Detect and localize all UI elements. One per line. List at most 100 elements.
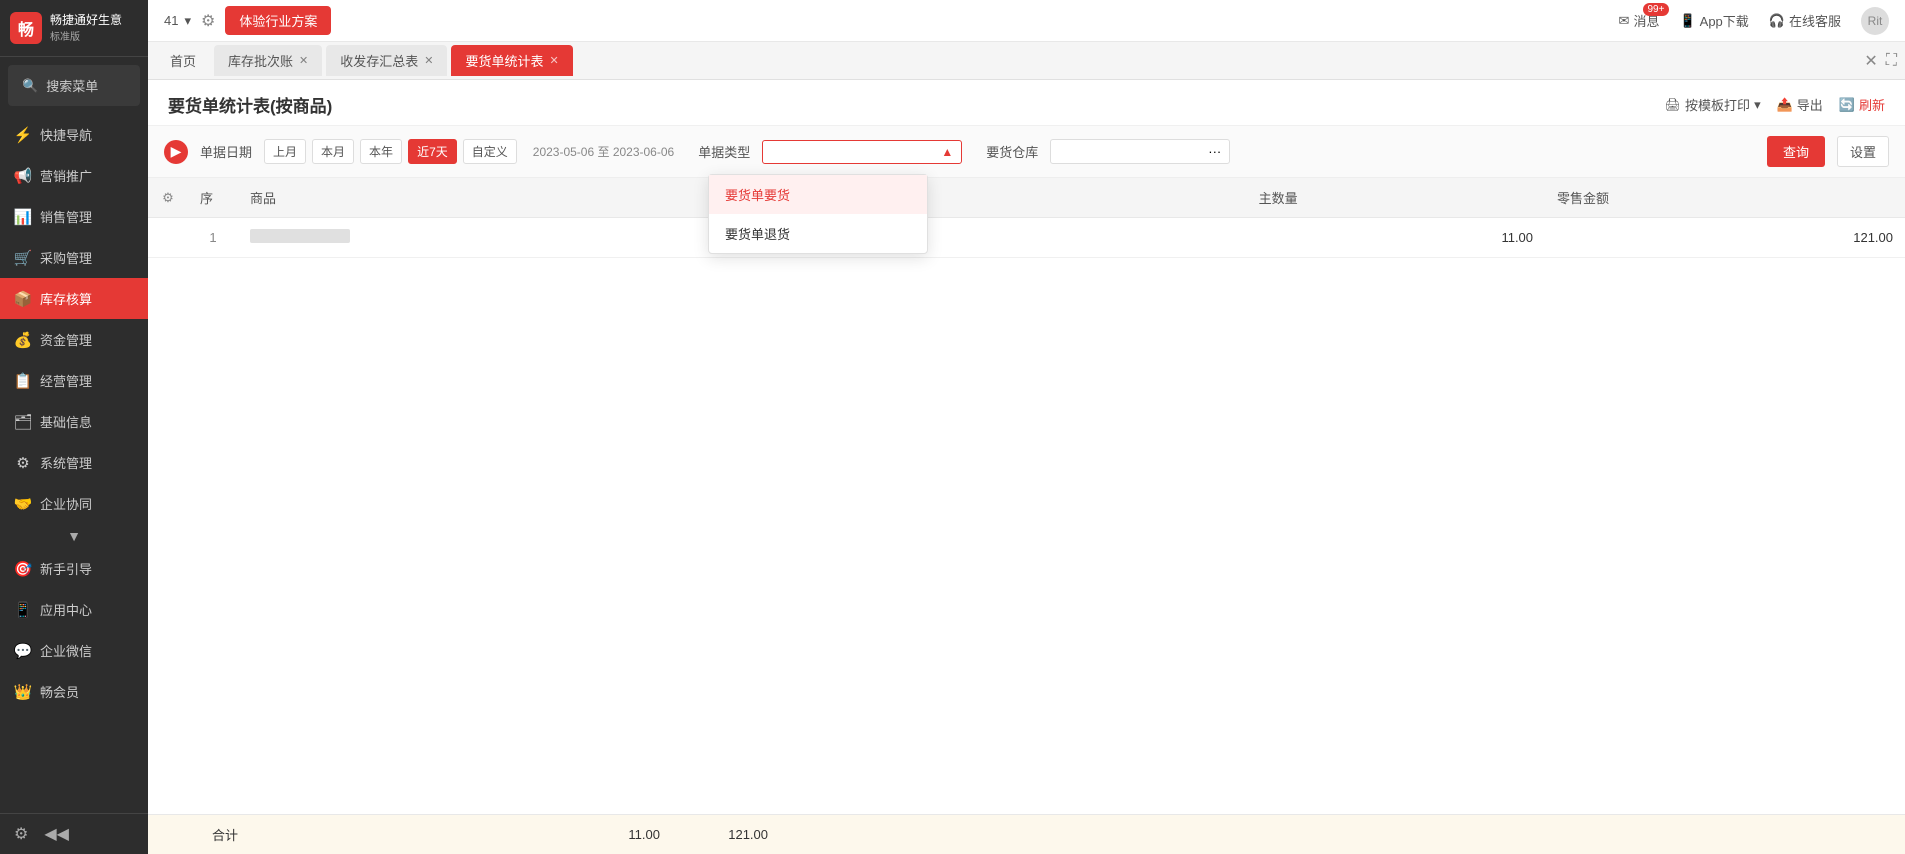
dropdown-item-order-goods[interactable]: 要货单要货: [709, 175, 927, 214]
query-button[interactable]: 查询: [1767, 136, 1825, 167]
basic-icon: 🗂: [14, 413, 32, 431]
service-label: 在线客服: [1789, 11, 1841, 30]
tab-order-summary[interactable]: 要货单统计表 ✕: [451, 45, 572, 76]
sidebar-item-quick-nav[interactable]: ⚡ 快捷导航: [0, 114, 148, 155]
type-select-arrow: ▲: [941, 145, 953, 159]
date-last-month[interactable]: 上月: [264, 139, 306, 164]
type-selected-value: [771, 145, 774, 159]
row-settings-cell: [148, 218, 188, 258]
tab-inventory-batch[interactable]: 库存批次账 ✕: [214, 45, 322, 76]
sidebar-item-operation[interactable]: 📋 经营管理: [0, 360, 148, 401]
sidebar-item-sales[interactable]: 📊 销售管理: [0, 196, 148, 237]
service-item[interactable]: 🎧 在线客服: [1769, 11, 1841, 30]
refresh-icon: 🔄: [1839, 97, 1855, 113]
date-buttons: 上月 本月 本年 近7天 自定义: [264, 139, 517, 164]
app-label: App下载: [1700, 11, 1749, 30]
sidebar-item-label: 企业微信: [40, 641, 92, 660]
col-amount-header: 零售金额: [1545, 178, 1905, 218]
tab-inventory-batch-close[interactable]: ✕: [299, 54, 308, 67]
sidebar-item-search[interactable]: 🔍 搜索菜单: [8, 65, 140, 106]
warehouse-select[interactable]: ···: [1050, 139, 1230, 164]
finance-icon: 💰: [14, 331, 32, 349]
service-icon: 🎧: [1769, 13, 1785, 29]
sidebar-item-wechat[interactable]: 💬 企业微信: [0, 630, 148, 671]
message-item[interactable]: ✉ 消息 99+: [1619, 11, 1660, 30]
row-num-cell: 1: [188, 218, 238, 258]
tab-bar: 首页 库存批次账 ✕ 收发存汇总表 ✕ 要货单统计表 ✕ ✕ ⛶: [148, 42, 1905, 80]
tab-home[interactable]: 首页: [156, 45, 210, 76]
avatar[interactable]: Rit: [1861, 7, 1889, 35]
page-actions: 🖨 按模板打印 ▾ 📤 导出 🔄 刷新: [1665, 95, 1885, 114]
tab-receive-summary[interactable]: 收发存汇总表 ✕: [326, 45, 447, 76]
page-title: 要货单统计表(按商品): [168, 92, 332, 117]
sidebar-item-enterprise[interactable]: 🤝 企业协同: [0, 483, 148, 524]
sidebar-item-system[interactable]: ⚙ 系统管理: [0, 442, 148, 483]
logo-sub: 标准版: [50, 28, 122, 43]
page-title-bar: 要货单统计表(按商品) 🖨 按模板打印 ▾ 📤 导出 🔄 刷新: [148, 80, 1905, 126]
warehouse-filter-label: 要货仓库: [986, 142, 1038, 161]
type-dropdown: 要货单要货 要货单退货: [708, 174, 928, 254]
tab-order-summary-close[interactable]: ✕: [550, 54, 559, 67]
sidebar-item-label: 畅会员: [40, 682, 79, 701]
table-row: 1 块 11.00 121.00: [148, 218, 1905, 258]
type-filter-label: 单据类型: [698, 142, 750, 161]
sidebar-item-purchase[interactable]: 🛒 采购管理: [0, 237, 148, 278]
member-icon: 👑: [14, 683, 32, 701]
inventory-icon: 📦: [14, 290, 32, 308]
type-select[interactable]: ▲: [762, 140, 962, 164]
footer-settings-icon[interactable]: ⚙: [14, 824, 28, 844]
guide-icon: 🎯: [14, 560, 32, 578]
sidebar-item-label: 经营管理: [40, 371, 92, 390]
operation-icon: 📋: [14, 372, 32, 390]
tab-receive-summary-close[interactable]: ✕: [424, 54, 433, 67]
row-amount-cell: 121.00: [1545, 218, 1905, 258]
tab-bar-expand-icon[interactable]: ⛶: [1886, 52, 1897, 70]
dropdown-item-order-return[interactable]: 要货单退货: [709, 214, 927, 253]
main-area: 41 ▾ ⚙ 体验行业方案 ✉ 消息 99+ 📱 App下载 🎧 在线客服 Ri…: [148, 0, 1905, 854]
sidebar-item-member[interactable]: 👑 畅会员: [0, 671, 148, 712]
total-label: 合计: [160, 825, 540, 844]
sidebar-item-inventory[interactable]: 📦 库存核算: [0, 278, 148, 319]
header-settings-icon[interactable]: ⚙: [201, 11, 215, 31]
enterprise-icon: 🤝: [14, 495, 32, 513]
app-download-item[interactable]: 📱 App下载: [1679, 11, 1748, 30]
sidebar-footer: ⚙ ◀◀: [0, 813, 148, 854]
tab-receive-summary-label: 收发存汇总表: [340, 51, 418, 70]
total-quantity: 11.00: [540, 827, 660, 842]
date-this-month[interactable]: 本月: [312, 139, 354, 164]
store-number: 41: [164, 13, 178, 28]
refresh-label: 刷新: [1859, 95, 1885, 114]
col-settings-header[interactable]: ⚙: [148, 178, 188, 218]
sidebar-item-label: 系统管理: [40, 453, 92, 472]
quick-nav-icon: ⚡: [14, 126, 32, 144]
system-icon: ⚙: [14, 454, 32, 472]
sidebar-item-finance[interactable]: 💰 资金管理: [0, 319, 148, 360]
print-button[interactable]: 🖨 按模板打印 ▾: [1665, 95, 1761, 114]
sidebar-item-guide[interactable]: 🎯 新手引导: [0, 548, 148, 589]
logo-icon: 畅: [10, 12, 42, 44]
export-button[interactable]: 📤 导出: [1777, 95, 1823, 114]
store-selector[interactable]: 41 ▾: [164, 13, 191, 29]
search-icon: 🔍: [22, 78, 38, 94]
date-this-year[interactable]: 本年: [360, 139, 402, 164]
date-range-display: 2023-05-06 至 2023-06-06: [533, 143, 674, 160]
print-arrow-icon: ▾: [1754, 97, 1761, 113]
sidebar-item-basic[interactable]: 🗂 基础信息: [0, 401, 148, 442]
footer-collapse-icon[interactable]: ◀◀: [44, 824, 69, 844]
sidebar-item-appstore[interactable]: 📱 应用中心: [0, 589, 148, 630]
filter-expand-button[interactable]: ▶: [164, 140, 188, 164]
tab-bar-close-icon[interactable]: ✕: [1864, 51, 1877, 71]
purchase-icon: 🛒: [14, 249, 32, 267]
sidebar-item-marketing[interactable]: 📢 营销推广: [0, 155, 148, 196]
filter-settings-button[interactable]: 设置: [1837, 136, 1889, 167]
top-header: 41 ▾ ⚙ 体验行业方案 ✉ 消息 99+ 📱 App下载 🎧 在线客服 Ri…: [148, 0, 1905, 42]
data-table-wrap: ⚙ 序 商品 主计量单位 主数量 零售金额 1 块 11.00: [148, 178, 1905, 814]
date-last-7[interactable]: 近7天: [408, 139, 457, 164]
sidebar-item-label: 搜索菜单: [46, 76, 98, 95]
tab-home-label: 首页: [170, 51, 196, 70]
trial-button[interactable]: 体验行业方案: [225, 6, 331, 35]
refresh-button[interactable]: 🔄 刷新: [1839, 95, 1885, 114]
sidebar-scroll-down[interactable]: ▼: [67, 528, 81, 544]
sales-icon: 📊: [14, 208, 32, 226]
date-custom[interactable]: 自定义: [463, 139, 517, 164]
